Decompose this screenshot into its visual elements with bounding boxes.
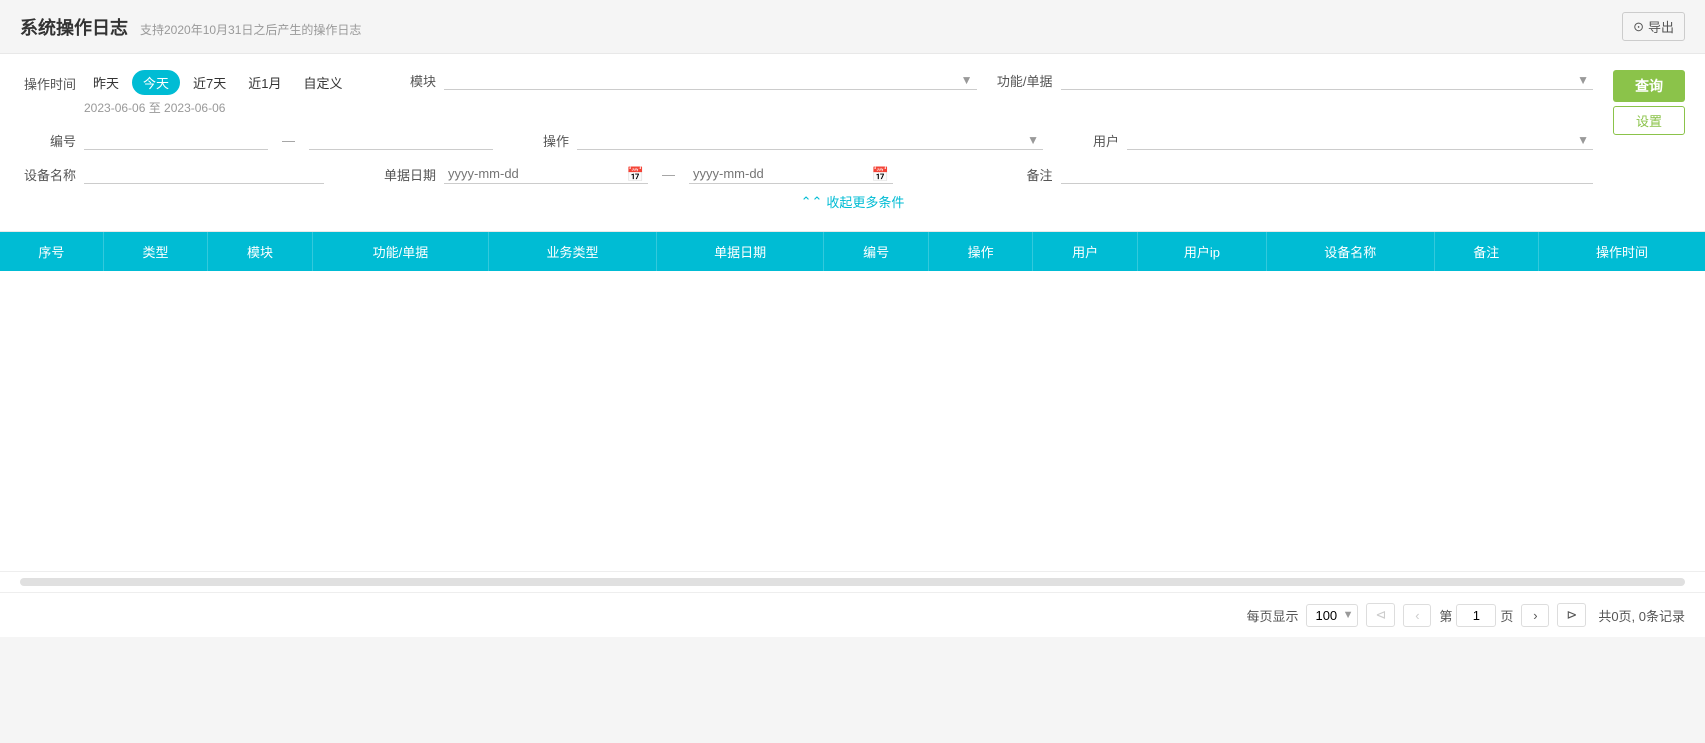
prev-page-button[interactable]: ‹ (1403, 604, 1431, 627)
remark-filter: 备注 (997, 164, 1594, 184)
collapse-label: 收起更多条件 (826, 192, 904, 211)
scrollbar-row (0, 571, 1705, 592)
collapse-button[interactable]: ⌃⌃ 收起更多条件 (801, 192, 905, 211)
func-select[interactable] (1061, 70, 1594, 89)
export-label: 导出 (1648, 17, 1674, 36)
func-label: 功能/单据 (997, 71, 1053, 90)
first-page-button[interactable]: ⊲ (1366, 603, 1395, 627)
date-start-input[interactable] (444, 164, 648, 184)
operation-filter: 操作 ▼ (513, 130, 1043, 150)
data-table: 序号类型模块功能/单据业务类型单据日期编号操作用户用户ip设备名称备注操作时间 (0, 232, 1705, 271)
page-header: 系统操作日志 支持2020年10月31日之后产生的操作日志 ⊙ 导出 (0, 0, 1705, 54)
func-select-wrap[interactable]: ▼ (1061, 70, 1594, 90)
module-select[interactable] (444, 70, 977, 89)
horizontal-scrollbar[interactable] (20, 578, 1685, 586)
user-select[interactable] (1127, 130, 1593, 149)
pagination: 每页显示 100 50 200 ▼ ⊲ ‹ 第 页 › ⊳ 共0页, 0条记录 (0, 592, 1705, 637)
date-range-display: 2023-06-06 至 2023-06-06 (84, 99, 352, 116)
remark-input[interactable] (1061, 164, 1594, 184)
date-dash: — (662, 167, 675, 182)
module-label: 模块 (380, 71, 436, 90)
column-header: 序号 (0, 232, 103, 271)
column-header: 类型 (103, 232, 207, 271)
export-icon: ⊙ (1633, 19, 1644, 35)
time-btn-7days[interactable]: 近7天 (184, 70, 235, 95)
per-page-select[interactable]: 100 50 200 (1307, 605, 1357, 626)
time-buttons: 昨天 今天 近7天 近1月 自定义 (84, 70, 352, 95)
user-select-wrap[interactable]: ▼ (1127, 130, 1593, 150)
time-btn-1month[interactable]: 近1月 (239, 70, 290, 95)
column-header: 操作 (928, 232, 1032, 271)
column-header: 业务类型 (489, 232, 657, 271)
last-page-button[interactable]: ⊳ (1557, 603, 1586, 627)
page-number-input[interactable] (1456, 604, 1496, 627)
date-end-input[interactable] (689, 164, 893, 184)
page-label: 第 (1439, 606, 1452, 625)
date-start-wrap: 📅 (444, 164, 648, 184)
device-label: 设备名称 (20, 165, 76, 184)
remark-label: 备注 (997, 165, 1053, 184)
operation-label: 操作 (513, 131, 569, 150)
per-page-select-wrap[interactable]: 100 50 200 ▼ (1306, 604, 1358, 627)
column-header: 操作时间 (1539, 232, 1705, 271)
column-header: 功能/单据 (312, 232, 488, 271)
time-btn-today[interactable]: 今天 (132, 70, 180, 95)
user-label: 用户 (1063, 131, 1119, 150)
time-btn-yesterday[interactable]: 昨天 (84, 70, 128, 95)
column-header: 单据日期 (656, 232, 824, 271)
column-header: 设备名称 (1266, 232, 1434, 271)
time-label: 操作时间 (20, 74, 76, 93)
query-button[interactable]: 查询 (1613, 70, 1685, 102)
action-buttons: 查询 设置 (1613, 70, 1685, 135)
next-page-button[interactable]: › (1521, 604, 1549, 627)
module-select-wrap[interactable]: ▼ (444, 70, 977, 90)
per-page-label: 每页显示 (1246, 606, 1298, 625)
device-input[interactable] (84, 164, 324, 184)
number-label: 编号 (20, 131, 76, 150)
column-header: 模块 (208, 232, 312, 271)
func-filter: 功能/单据 ▼ (997, 70, 1594, 90)
collapse-icon: ⌃⌃ (801, 194, 823, 210)
collapse-row: ⌃⌃ 收起更多条件 (20, 184, 1685, 215)
page-suffix: 页 (1500, 606, 1513, 625)
table-wrap: 序号类型模块功能/单据业务类型单据日期编号操作用户用户ip设备名称备注操作时间 (0, 232, 1705, 571)
date-end-wrap: 📅 (689, 164, 893, 184)
module-filter: 模块 ▼ (380, 70, 977, 90)
total-records: 共0页, 0条记录 (1598, 606, 1685, 625)
number-start-input[interactable] (84, 130, 268, 150)
export-button[interactable]: ⊙ 导出 (1622, 12, 1685, 41)
operation-select[interactable] (577, 130, 1043, 149)
empty-area (0, 271, 1705, 571)
header-row: 序号类型模块功能/单据业务类型单据日期编号操作用户用户ip设备名称备注操作时间 (0, 232, 1705, 271)
voucher-date-filter: 单据日期 📅 — 📅 (380, 164, 977, 184)
settings-button[interactable]: 设置 (1613, 106, 1685, 135)
page-subtitle: 支持2020年10月31日之后产生的操作日志 (140, 21, 361, 38)
voucher-date-label: 单据日期 (380, 165, 436, 184)
header-left: 系统操作日志 支持2020年10月31日之后产生的操作日志 (20, 14, 361, 40)
column-header: 备注 (1434, 232, 1538, 271)
column-header: 编号 (824, 232, 928, 271)
time-btn-custom[interactable]: 自定义 (295, 70, 352, 95)
number-end-input[interactable] (309, 130, 493, 150)
column-header: 用户 (1033, 232, 1137, 271)
user-filter: 用户 ▼ (1063, 130, 1593, 150)
table-header: 序号类型模块功能/单据业务类型单据日期编号操作用户用户ip设备名称备注操作时间 (0, 232, 1705, 271)
page-title: 系统操作日志 (20, 14, 128, 40)
operation-select-wrap[interactable]: ▼ (577, 130, 1043, 150)
page-info: 第 页 (1439, 604, 1513, 627)
filter-panel: 操作时间 昨天 今天 近7天 近1月 自定义 2023-06-06 至 2023… (0, 54, 1705, 232)
number-dash: — (282, 133, 295, 148)
column-header: 用户ip (1137, 232, 1266, 271)
